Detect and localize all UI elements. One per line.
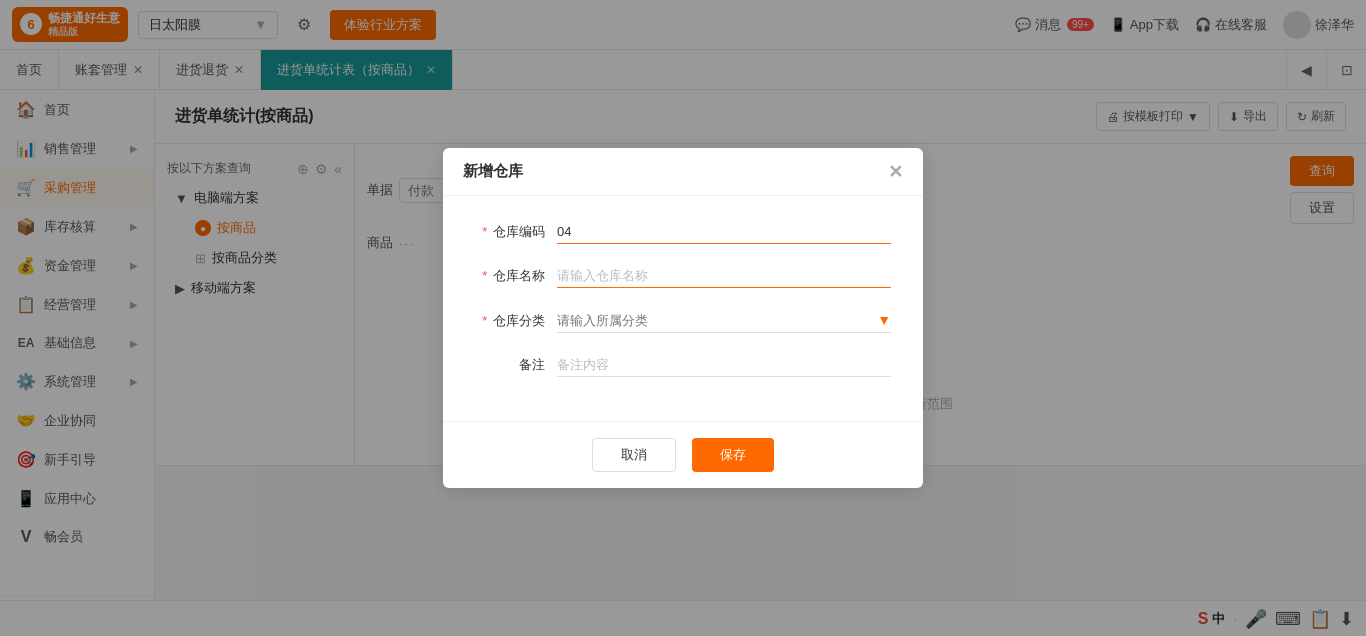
form-row-remark: 备注 bbox=[475, 353, 891, 377]
code-label: * 仓库编码 bbox=[475, 223, 545, 241]
remark-input[interactable] bbox=[557, 353, 891, 377]
category-arrow-icon: ▼ bbox=[877, 312, 891, 328]
dialog-body: * 仓库编码 * 仓库名称 * 仓库分类 bbox=[443, 196, 923, 421]
category-select-wrap: ▼ bbox=[557, 308, 891, 333]
form-row-code: * 仓库编码 bbox=[475, 220, 891, 244]
dialog-footer: 取消 保存 bbox=[443, 421, 923, 488]
form-row-category: * 仓库分类 ▼ bbox=[475, 308, 891, 333]
required-star-name: * bbox=[482, 268, 487, 283]
dialog-close-button[interactable]: ✕ bbox=[888, 163, 903, 181]
name-label: * 仓库名称 bbox=[475, 267, 545, 285]
required-star-code: * bbox=[482, 224, 487, 239]
modal-overlay: 新增仓库 ✕ * 仓库编码 * 仓库名称 bbox=[0, 0, 1366, 636]
save-button[interactable]: 保存 bbox=[692, 438, 774, 472]
remark-label: 备注 bbox=[475, 356, 545, 374]
cancel-button[interactable]: 取消 bbox=[592, 438, 676, 472]
required-star-category: * bbox=[482, 313, 487, 328]
new-warehouse-dialog: 新增仓库 ✕ * 仓库编码 * 仓库名称 bbox=[443, 148, 923, 488]
code-input[interactable] bbox=[557, 220, 891, 244]
dialog-title: 新增仓库 bbox=[463, 162, 523, 181]
form-row-name: * 仓库名称 bbox=[475, 264, 891, 288]
dialog-header: 新增仓库 ✕ bbox=[443, 148, 923, 196]
name-input[interactable] bbox=[557, 264, 891, 288]
category-select-input[interactable] bbox=[557, 313, 877, 328]
category-label: * 仓库分类 bbox=[475, 312, 545, 330]
